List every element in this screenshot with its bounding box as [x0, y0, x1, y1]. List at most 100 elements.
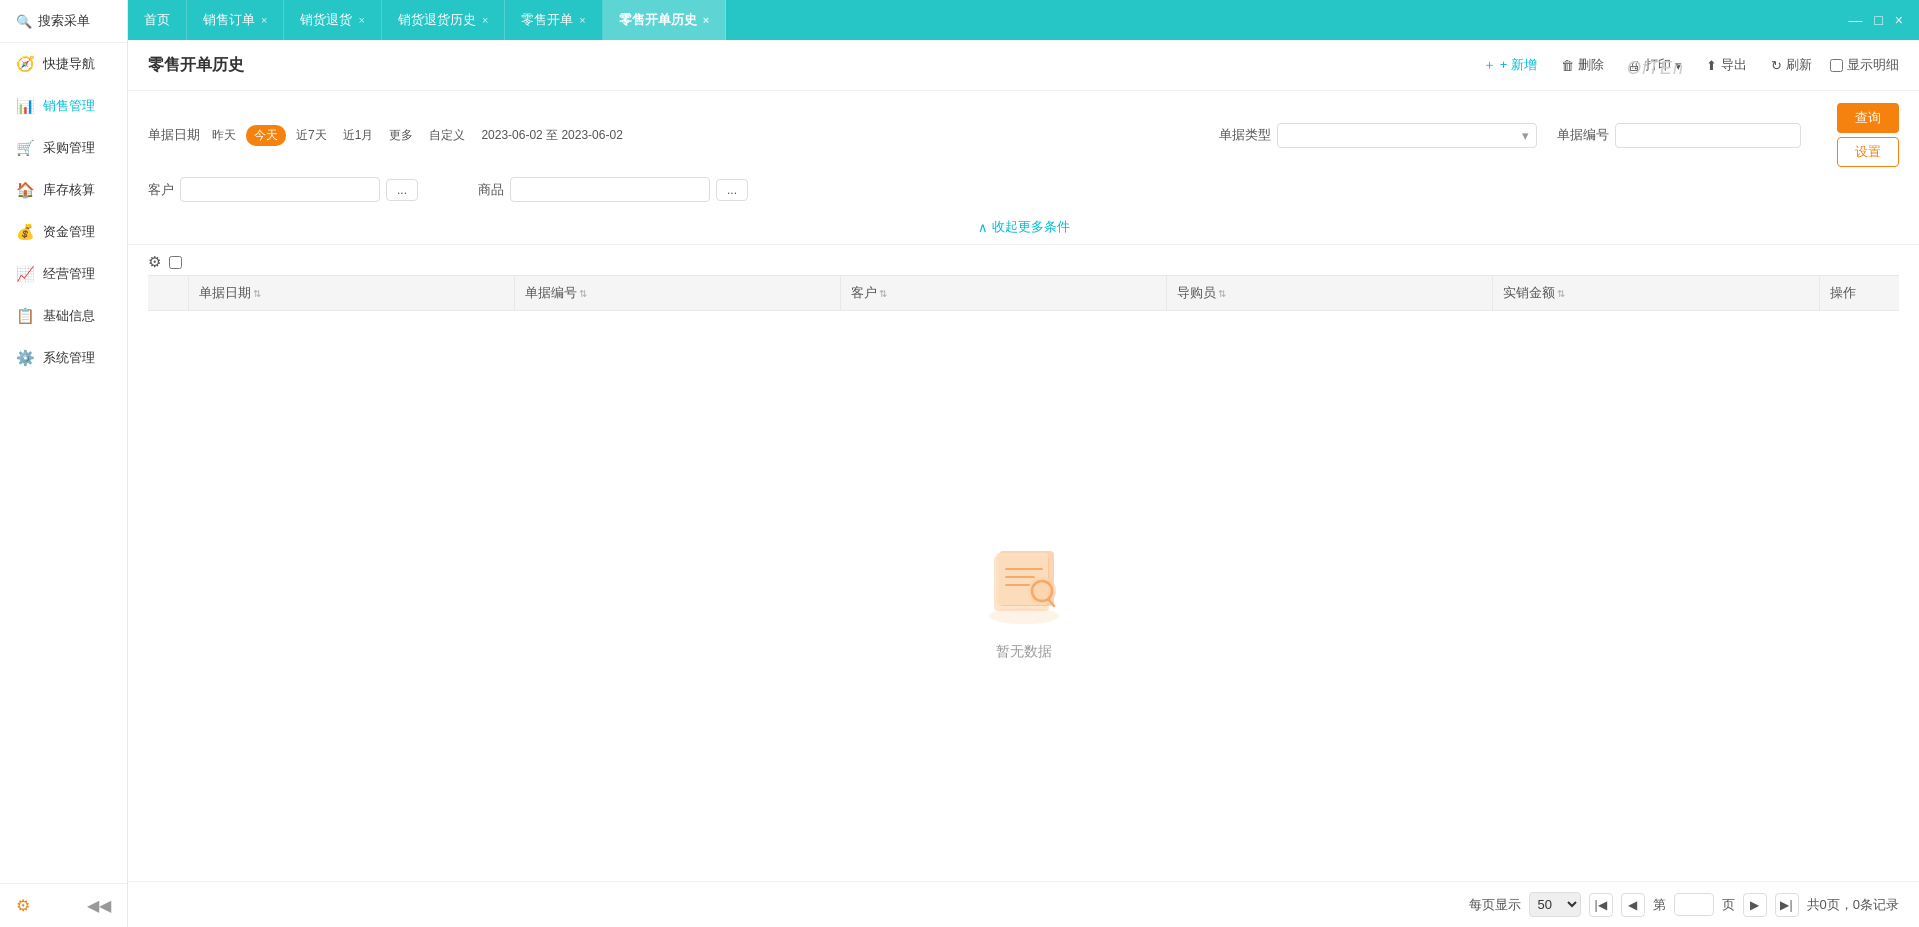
sales-mgmt-icon: 📊 — [16, 97, 35, 115]
sidebar-item-label: 系统管理 — [43, 349, 95, 367]
date-filter-label: 单据日期 — [148, 126, 200, 144]
display-detail-checkbox[interactable]: 显示明细 — [1830, 56, 1899, 74]
th-no[interactable]: 单据编号 ⇅ — [514, 276, 840, 311]
sidebar-item-label: 采购管理 — [43, 139, 95, 157]
sidebar-item-finance[interactable]: 💰 资金管理 — [0, 211, 127, 253]
sidebar-collapse-icon[interactable]: ◀◀ — [87, 896, 111, 915]
doc-type-select[interactable] — [1277, 123, 1537, 148]
tab-retail-open-history-close[interactable]: × — [703, 14, 709, 26]
main-area: 首页 销售订单 × 销货退货 × 销货退货历史 × 零售开单 × 零售开单历史 … — [128, 0, 1919, 927]
tab-sales-return-close[interactable]: × — [358, 14, 364, 26]
page-input[interactable]: 1 — [1674, 893, 1714, 916]
prev-page-btn[interactable]: ◀ — [1621, 893, 1645, 917]
shortcut-yesterday[interactable]: 昨天 — [206, 125, 242, 146]
empty-text: 暂无数据 — [996, 643, 1052, 661]
filter-product-item: 商品 ... — [478, 177, 748, 202]
delete-button[interactable]: 🗑 删除 — [1555, 52, 1610, 78]
tab-retail-open-history[interactable]: 零售开单历史 × — [603, 0, 726, 40]
settings-gear-icon[interactable]: ⚙ — [16, 896, 30, 915]
th-amount-sort[interactable]: 实销金额 ⇅ — [1503, 284, 1808, 302]
purchase-mgmt-icon: 🛒 — [16, 139, 35, 157]
next-page-btn[interactable]: ▶ — [1743, 893, 1767, 917]
sidebar-search[interactable]: 🔍 搜索采单 — [0, 0, 127, 43]
shortcut-more[interactable]: 更多 — [383, 125, 419, 146]
tab-sales-order-close[interactable]: × — [261, 14, 267, 26]
sidebar-item-inventory[interactable]: 🏠 库存核算 — [0, 169, 127, 211]
close-btn[interactable]: × — [1895, 12, 1903, 28]
sidebar-search-label: 搜索采单 — [38, 12, 90, 30]
shortcut-last1month[interactable]: 近1月 — [337, 125, 380, 146]
th-checkbox — [148, 276, 188, 311]
tab-retail-open-close[interactable]: × — [579, 14, 585, 26]
customer-input[interactable] — [180, 177, 380, 202]
first-page-btn[interactable]: |◀ — [1589, 893, 1613, 917]
print-button[interactable]: 🖨 打印 ▾ — [1622, 52, 1688, 78]
th-no-sort[interactable]: 单据编号 ⇅ — [525, 284, 830, 302]
sidebar-item-operations[interactable]: 📈 经营管理 — [0, 253, 127, 295]
date-shortcuts: 昨天 今天 近7天 近1月 更多 自定义 — [206, 125, 471, 146]
shortcut-last7days[interactable]: 近7天 — [290, 125, 333, 146]
minimize-btn[interactable]: — — [1848, 12, 1862, 28]
print-icon: 🖨 — [1628, 58, 1641, 73]
tab-sales-return-history[interactable]: 销货退货历史 × — [382, 0, 505, 40]
shortcut-custom[interactable]: 自定义 — [423, 125, 471, 146]
th-date[interactable]: 单据日期 ⇅ — [188, 276, 514, 311]
page-label-suffix: 页 — [1722, 896, 1735, 914]
add-icon: ＋ — [1483, 56, 1496, 74]
table-settings-icon[interactable]: ⚙ — [148, 253, 161, 271]
table-select-all-checkbox[interactable] — [169, 256, 182, 269]
date-range-text: 2023-06-02 至 2023-06-02 — [481, 127, 622, 144]
collapse-conditions-btn[interactable]: ∧ 收起更多条件 — [148, 212, 1899, 244]
setting-button[interactable]: 设置 — [1837, 137, 1899, 167]
tab-retail-open[interactable]: 零售开单 × — [505, 0, 602, 40]
sys-mgmt-icon: ⚙️ — [16, 349, 35, 367]
finance-icon: 💰 — [16, 223, 35, 241]
no-sort-icon: ⇅ — [579, 288, 587, 299]
sidebar-item-label: 经营管理 — [43, 265, 95, 283]
th-customer-sort[interactable]: 客户 ⇅ — [851, 284, 1156, 302]
shortcut-today[interactable]: 今天 — [246, 125, 286, 146]
th-customer[interactable]: 客户 ⇅ — [840, 276, 1166, 311]
maximize-btn[interactable]: □ — [1874, 12, 1882, 28]
tab-retail-open-history-label: 零售开单历史 — [619, 11, 697, 29]
page-title: 零售开单历史 — [148, 55, 244, 76]
table-top-bar: ⚙ — [148, 245, 1899, 275]
th-salesperson[interactable]: 导购员 ⇅ — [1167, 276, 1493, 311]
th-salesperson-sort[interactable]: 导购员 ⇅ — [1177, 284, 1482, 302]
tab-sales-return-history-label: 销货退货历史 — [398, 11, 476, 29]
table-header-row: 单据日期 ⇅ 单据编号 ⇅ 客户 — [148, 276, 1899, 311]
table-area: ⚙ 单据日期 ⇅ 单据编 — [128, 245, 1919, 881]
sidebar-item-label: 库存核算 — [43, 181, 95, 199]
product-input[interactable] — [510, 177, 710, 202]
export-button[interactable]: ⬆ 导出 — [1700, 52, 1753, 78]
last-page-btn[interactable]: ▶| — [1775, 893, 1799, 917]
sidebar-item-quick-nav[interactable]: 🧭 快捷导航 — [0, 43, 127, 85]
th-action: 操作 — [1819, 276, 1899, 311]
filter-area: 单据日期 昨天 今天 近7天 近1月 更多 自定义 2023-06-02 至 2… — [128, 91, 1919, 245]
tab-sales-order[interactable]: 销售订单 × — [187, 0, 284, 40]
doc-no-input[interactable] — [1615, 123, 1801, 148]
sidebar-item-sys-mgmt[interactable]: ⚙️ 系统管理 — [0, 337, 127, 379]
sidebar-item-basic-info[interactable]: 📋 基础信息 — [0, 295, 127, 337]
page-size-select[interactable]: 50 10 20 100 — [1529, 892, 1581, 917]
tab-home[interactable]: 首页 — [128, 0, 187, 40]
page-total: 共0页，0条记录 — [1807, 896, 1899, 914]
sidebar: 🔍 搜索采单 🧭 快捷导航 📊 销售管理 🛒 采购管理 🏠 库存核算 💰 资金管… — [0, 0, 128, 927]
sidebar-item-sales-mgmt[interactable]: 📊 销售管理 — [0, 85, 127, 127]
product-ellipsis-btn[interactable]: ... — [716, 179, 748, 201]
tab-sales-return[interactable]: 销货退货 × — [284, 0, 381, 40]
display-detail-input[interactable] — [1830, 59, 1843, 72]
sidebar-item-label: 资金管理 — [43, 223, 95, 241]
refresh-button[interactable]: ↻ 刷新 — [1765, 52, 1818, 78]
customer-ellipsis-btn[interactable]: ... — [386, 179, 418, 201]
tab-sales-return-history-close[interactable]: × — [482, 14, 488, 26]
sidebar-item-purchase-mgmt[interactable]: 🛒 采购管理 — [0, 127, 127, 169]
collapse-label: 收起更多条件 — [992, 218, 1070, 236]
doc-no-label: 单据编号 — [1557, 126, 1609, 144]
add-button[interactable]: ＋ + 新增 — [1477, 52, 1543, 78]
th-date-sort[interactable]: 单据日期 ⇅ — [199, 284, 504, 302]
content-area: 零售开单历史 ＋ + 新增 🗑 删除 🖨 打印 ▾ ⬆ 导出 — [128, 40, 1919, 927]
query-button[interactable]: 查询 — [1837, 103, 1899, 133]
th-amount[interactable]: 实销金额 ⇅ — [1493, 276, 1819, 311]
data-table: 单据日期 ⇅ 单据编号 ⇅ 客户 — [148, 275, 1899, 311]
